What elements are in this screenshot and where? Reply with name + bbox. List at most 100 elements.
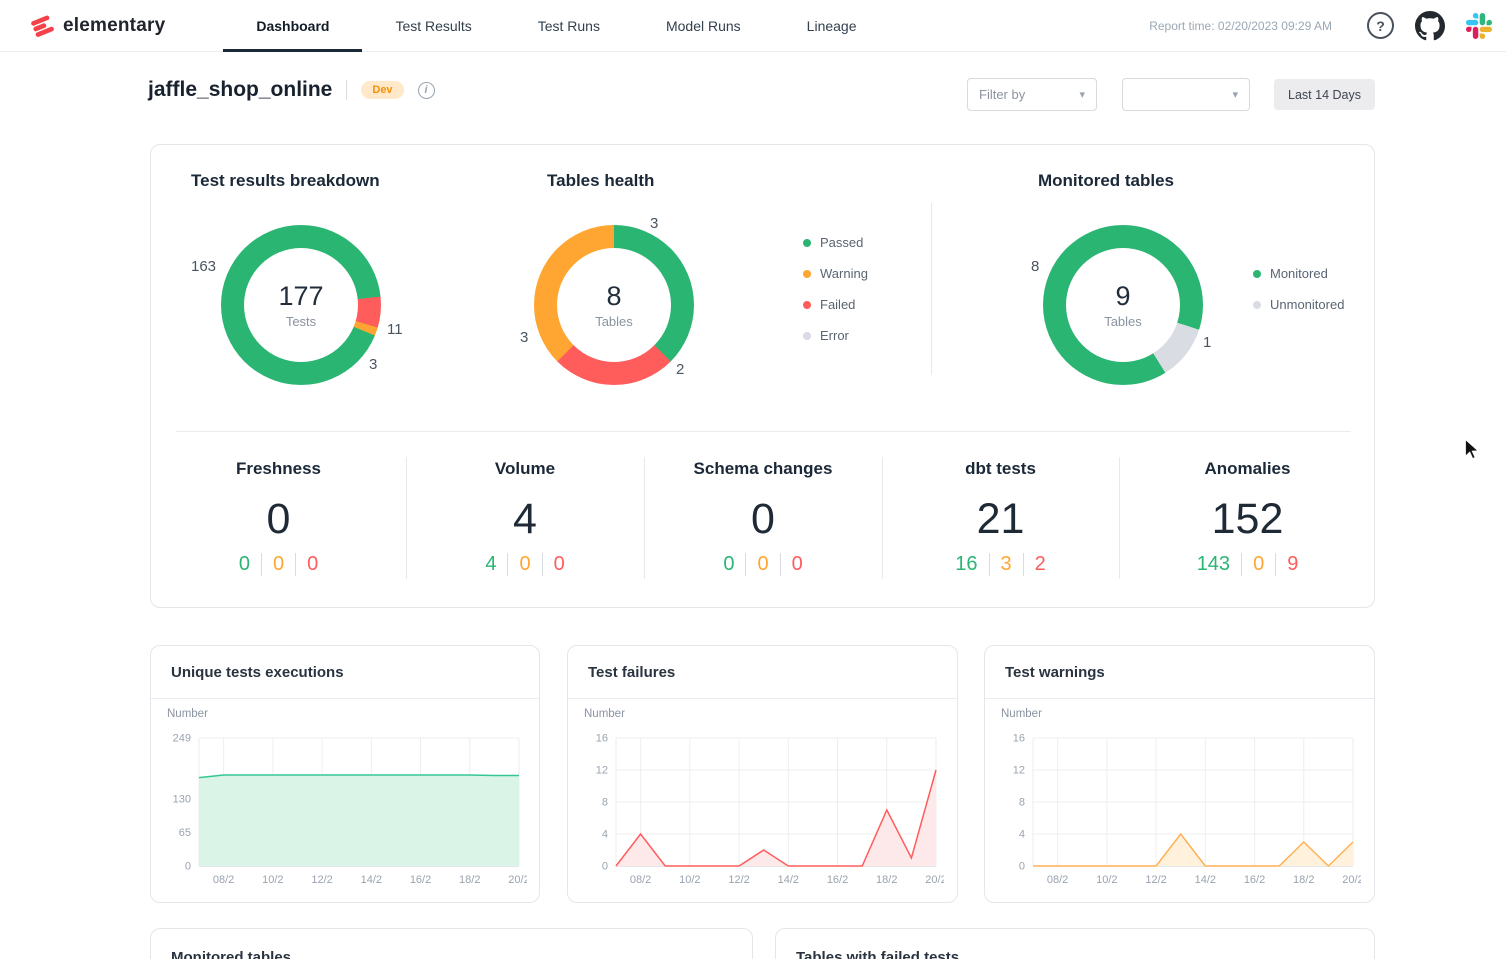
unique-tests-line-chart: 24913065008/210/212/214/216/218/220/2	[159, 726, 527, 896]
monitored-legend: Monitored Unmonitored	[1253, 258, 1344, 320]
date-range-button[interactable]: Last 14 Days	[1274, 79, 1375, 110]
svg-text:4: 4	[1019, 829, 1025, 841]
failed-tables-card: Tables with failed tests	[775, 928, 1375, 959]
metric-total: 4	[513, 493, 537, 545]
monitored-donut-chart: 9 Tables	[1043, 225, 1203, 385]
metric-volume: Volume 4 4 0 0	[406, 445, 644, 576]
warning-count-callout: 3	[369, 356, 377, 373]
metric-failed: 0	[543, 553, 576, 576]
metric-warning: 0	[745, 553, 780, 576]
help-icon[interactable]: ?	[1367, 12, 1394, 39]
test-warnings-card: Test warnings Number 161284008/210/212/2…	[984, 645, 1375, 903]
svg-text:16/2: 16/2	[410, 874, 431, 886]
nav-tab-test-runs[interactable]: Test Runs	[505, 0, 633, 52]
unique-tests-card: Unique tests executions Number 249130650…	[150, 645, 540, 903]
secondary-filter-select[interactable]: ▾	[1122, 78, 1250, 111]
card-title: Monitored tables	[171, 949, 291, 959]
unmonitored-dot-icon	[1253, 301, 1261, 309]
dashboard-page: elementary Dashboard Test Results Test R…	[0, 0, 1506, 959]
svg-text:08/2: 08/2	[213, 874, 234, 886]
elementary-logo[interactable]: elementary	[0, 13, 165, 38]
nav-tab-test-results[interactable]: Test Results	[362, 0, 504, 52]
health-warning-callout: 3	[520, 329, 528, 346]
metric-divider	[644, 457, 645, 579]
monitored-dot-icon	[1253, 270, 1261, 278]
svg-text:12/2: 12/2	[311, 874, 332, 886]
y-axis-name: Number	[584, 708, 625, 720]
donut-center-value: 177	[278, 281, 323, 312]
svg-text:0: 0	[602, 861, 608, 873]
chevron-down-icon: ▾	[1232, 88, 1238, 101]
svg-text:18/2: 18/2	[1293, 874, 1314, 886]
metric-warning: 0	[1241, 553, 1276, 576]
info-icon[interactable]: i	[418, 82, 435, 99]
metric-passed: 4	[474, 553, 507, 576]
health-failed-callout: 2	[676, 361, 684, 378]
nav-tab-dashboard[interactable]: Dashboard	[223, 0, 362, 52]
metric-failed: 9	[1276, 553, 1309, 576]
svg-text:16/2: 16/2	[1244, 874, 1265, 886]
mouse-cursor	[1462, 438, 1482, 460]
svg-text:0: 0	[185, 861, 191, 873]
report-time: Report time: 02/20/2023 09:29 AM	[1149, 19, 1332, 33]
passed-count-callout: 163	[191, 258, 216, 275]
svg-text:20/2: 20/2	[1342, 874, 1361, 886]
donut-center-value: 8	[606, 281, 621, 312]
svg-text:14/2: 14/2	[778, 874, 799, 886]
svg-text:12: 12	[1013, 765, 1025, 777]
svg-text:20/2: 20/2	[925, 874, 944, 886]
unmonitored-count-callout: 1	[1203, 334, 1211, 351]
svg-text:10/2: 10/2	[1096, 874, 1117, 886]
metric-passed: 16	[944, 553, 988, 576]
metrics-divider	[176, 431, 1351, 432]
header-controls: Filter by ▾ ▾ Last 14 Days	[967, 78, 1375, 111]
warning-dot-icon	[803, 270, 811, 278]
failed-count-callout: 11	[387, 321, 403, 338]
env-badge: Dev	[361, 81, 403, 99]
legend-item-error[interactable]: Error	[803, 320, 868, 351]
legend-item-warning[interactable]: Warning	[803, 258, 868, 289]
filter-by-select[interactable]: Filter by ▾	[967, 78, 1097, 111]
health-passed-callout: 3	[650, 215, 658, 232]
nav-tab-model-runs[interactable]: Model Runs	[633, 0, 774, 52]
test-warnings-line-chart: 161284008/210/212/214/216/218/220/2	[993, 726, 1361, 896]
y-axis-name: Number	[1001, 708, 1042, 720]
monitored-tables-card: Monitored tables	[150, 928, 753, 959]
metric-dbt-tests: dbt tests 21 16 3 2	[882, 445, 1119, 576]
metric-anomalies: Anomalies 152 143 0 9	[1119, 445, 1376, 576]
legend-item-failed[interactable]: Failed	[803, 289, 868, 320]
nav-tab-lineage[interactable]: Lineage	[774, 0, 890, 52]
filter-by-value: Filter by	[979, 87, 1025, 102]
metric-failed: 0	[296, 553, 329, 576]
failed-dot-icon	[803, 301, 811, 309]
project-title: jaffle_shop_online	[148, 78, 332, 102]
svg-text:14/2: 14/2	[1195, 874, 1216, 886]
metric-schema-changes: Schema changes 0 0 0 0	[644, 445, 882, 576]
test-failures-card: Test failures Number 161284008/210/212/2…	[567, 645, 958, 903]
svg-text:8: 8	[1019, 797, 1025, 809]
metric-total: 0	[267, 493, 291, 545]
metric-failed: 0	[781, 553, 814, 576]
svg-text:12/2: 12/2	[728, 874, 749, 886]
slack-icon[interactable]	[1466, 13, 1492, 39]
github-icon[interactable]	[1415, 11, 1445, 41]
metric-passed: 0	[228, 553, 261, 576]
legend-item-passed[interactable]: Passed	[803, 227, 868, 258]
svg-text:16: 16	[596, 733, 608, 745]
donut-center-label: Tables	[595, 314, 633, 329]
test-results-donut-chart: 177 Tests	[221, 225, 381, 385]
metric-freshness: Freshness 0 0 0 0	[151, 445, 406, 576]
svg-text:16/2: 16/2	[827, 874, 848, 886]
metric-total: 21	[977, 493, 1025, 545]
brand-name: elementary	[63, 15, 165, 37]
page-header: jaffle_shop_online Dev i	[148, 78, 435, 102]
metric-warning: 0	[507, 553, 542, 576]
card-title: Test failures	[588, 664, 675, 681]
legend-item-monitored[interactable]: Monitored	[1253, 258, 1344, 289]
legend-item-unmonitored[interactable]: Unmonitored	[1253, 289, 1344, 320]
card-title: Tables with failed tests	[796, 949, 959, 959]
svg-text:8: 8	[602, 797, 608, 809]
monitored-count-callout: 8	[1031, 258, 1039, 275]
chevron-down-icon: ▾	[1079, 88, 1085, 101]
donut-center-value: 9	[1115, 281, 1130, 312]
